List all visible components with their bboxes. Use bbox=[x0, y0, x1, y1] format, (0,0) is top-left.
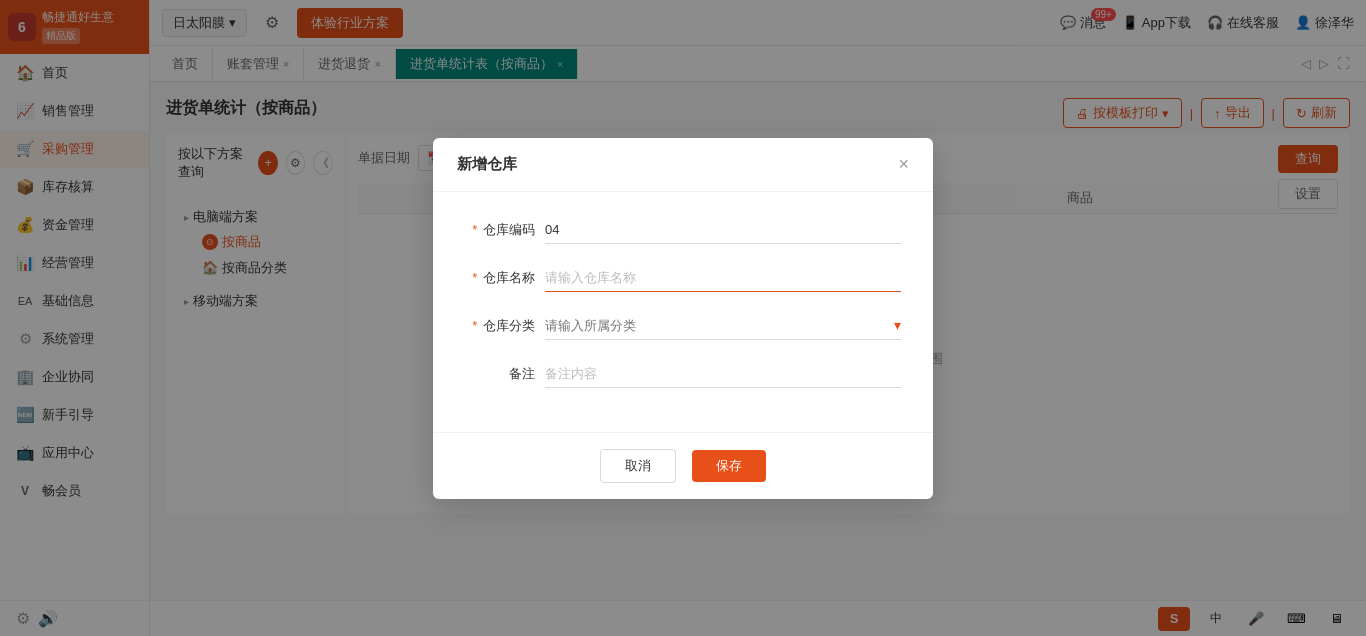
code-label: * 仓库编码 bbox=[465, 221, 545, 239]
modal-footer: 取消 保存 bbox=[433, 432, 933, 499]
category-select-wrap: ▾ bbox=[545, 312, 901, 340]
modal-close-button[interactable]: × bbox=[898, 154, 909, 175]
category-chevron-icon: ▾ bbox=[894, 317, 901, 333]
note-label: 备注 bbox=[465, 365, 545, 383]
modal-overlay: 新增仓库 × * 仓库编码 * 仓库名称 bbox=[0, 0, 1366, 636]
category-select-input[interactable] bbox=[545, 312, 894, 339]
note-input[interactable] bbox=[545, 360, 901, 388]
form-row-category: * 仓库分类 ▾ bbox=[465, 312, 901, 340]
form-row-note: 备注 bbox=[465, 360, 901, 388]
modal-header: 新增仓库 × bbox=[433, 138, 933, 192]
modal-body: * 仓库编码 * 仓库名称 * 仓库分类 bbox=[433, 192, 933, 432]
form-row-code: * 仓库编码 bbox=[465, 216, 901, 244]
category-label: * 仓库分类 bbox=[465, 317, 545, 335]
form-row-name: * 仓库名称 bbox=[465, 264, 901, 292]
name-label: * 仓库名称 bbox=[465, 269, 545, 287]
cancel-button[interactable]: 取消 bbox=[600, 449, 676, 483]
add-warehouse-modal: 新增仓库 × * 仓库编码 * 仓库名称 bbox=[433, 138, 933, 499]
modal-title: 新增仓库 bbox=[457, 155, 517, 174]
code-input[interactable] bbox=[545, 216, 901, 244]
name-input[interactable] bbox=[545, 264, 901, 292]
save-button[interactable]: 保存 bbox=[692, 450, 766, 482]
